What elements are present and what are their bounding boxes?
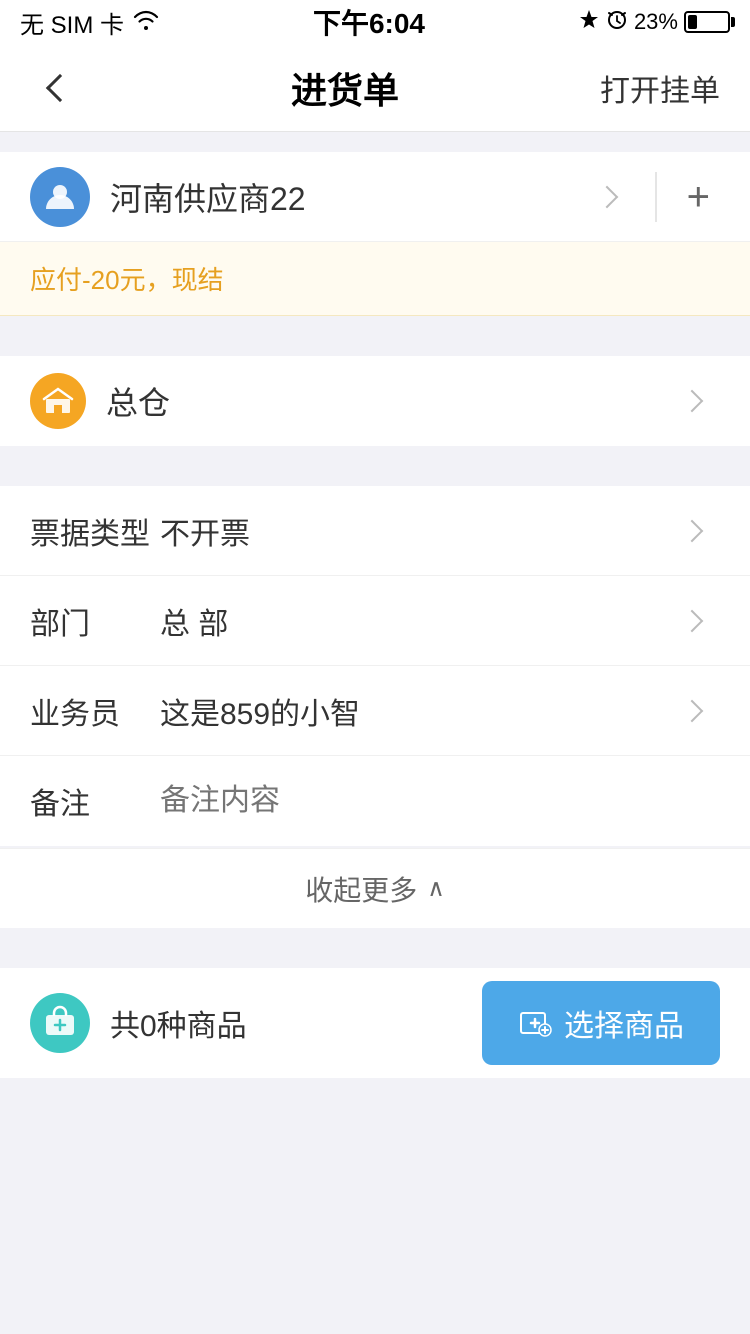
carrier-text: 无 SIM 卡 — [20, 5, 124, 40]
alarm-icon — [606, 8, 628, 36]
status-right: 23% — [578, 8, 730, 36]
collapse-arrow-icon: ∧ — [427, 874, 445, 903]
warehouse-icon — [30, 373, 86, 429]
status-left: 无 SIM 卡 — [20, 5, 160, 40]
collapse-label: 收起更多 — [305, 869, 417, 909]
product-icon — [30, 993, 90, 1053]
supplier-name: 河南供应商22 — [110, 174, 599, 220]
open-pending-button[interactable]: 打开挂单 — [600, 66, 720, 110]
section-gap-3 — [0, 446, 750, 466]
back-button[interactable] — [30, 58, 90, 118]
invoice-value: 不开票 — [160, 509, 684, 553]
dept-chevron-icon — [681, 609, 704, 632]
note-label: 备注 — [30, 779, 160, 823]
warehouse-chevron-icon — [681, 390, 704, 413]
page-title: 进货单 — [291, 62, 399, 114]
dept-value: 总 部 — [160, 599, 684, 643]
back-arrow-icon — [46, 73, 74, 101]
wifi-icon — [132, 8, 160, 37]
dept-label: 部门 — [30, 599, 160, 643]
invoice-label: 票据类型 — [30, 509, 160, 553]
product-count: 共0种商品 — [110, 1001, 482, 1045]
section-gap-1 — [0, 132, 750, 152]
sales-label: 业务员 — [30, 689, 160, 733]
dept-row[interactable]: 部门 总 部 — [0, 576, 750, 666]
form-section: 票据类型 不开票 部门 总 部 业务员 这是859的小智 备注 — [0, 486, 750, 846]
status-bar: 无 SIM 卡 下午6:04 23% — [0, 0, 750, 44]
status-time: 下午6:04 — [313, 2, 425, 42]
select-product-label: 选择商品 — [564, 1001, 684, 1045]
battery-icon — [684, 11, 730, 33]
sales-value: 这是859的小智 — [160, 689, 684, 733]
add-supplier-button[interactable]: + — [677, 177, 720, 217]
warehouse-section[interactable]: 总仓 — [0, 356, 750, 446]
notice-text: 应付-20元，现结 — [30, 265, 224, 295]
supplier-avatar — [30, 167, 90, 227]
section-gap-2 — [0, 316, 750, 336]
location-icon — [578, 8, 600, 36]
page-body: 河南供应商22 + 应付-20元，现结 总仓 票据类型 不开票 — [0, 132, 750, 1078]
sales-chevron-icon — [681, 699, 704, 722]
sales-row[interactable]: 业务员 这是859的小智 — [0, 666, 750, 756]
nav-bar: 进货单 打开挂单 — [0, 44, 750, 132]
note-row[interactable]: 备注 — [0, 756, 750, 846]
section-gap-4 — [0, 928, 750, 948]
supplier-section: 河南供应商22 + 应付-20元，现结 — [0, 152, 750, 316]
supplier-chevron-icon — [595, 185, 618, 208]
select-product-button[interactable]: 选择商品 — [482, 981, 720, 1065]
notice-bar: 应付-20元，现结 — [0, 242, 750, 316]
battery-percent: 23% — [634, 9, 678, 35]
product-footer: 共0种商品 选择商品 — [0, 968, 750, 1078]
invoice-chevron-icon — [681, 519, 704, 542]
select-product-icon — [518, 1006, 552, 1040]
supplier-divider — [655, 172, 657, 222]
supplier-row[interactable]: 河南供应商22 + — [0, 152, 750, 242]
invoice-row[interactable]: 票据类型 不开票 — [0, 486, 750, 576]
warehouse-name: 总仓 — [106, 378, 684, 424]
note-input[interactable] — [160, 784, 720, 818]
collapse-button[interactable]: 收起更多 ∧ — [0, 848, 750, 928]
